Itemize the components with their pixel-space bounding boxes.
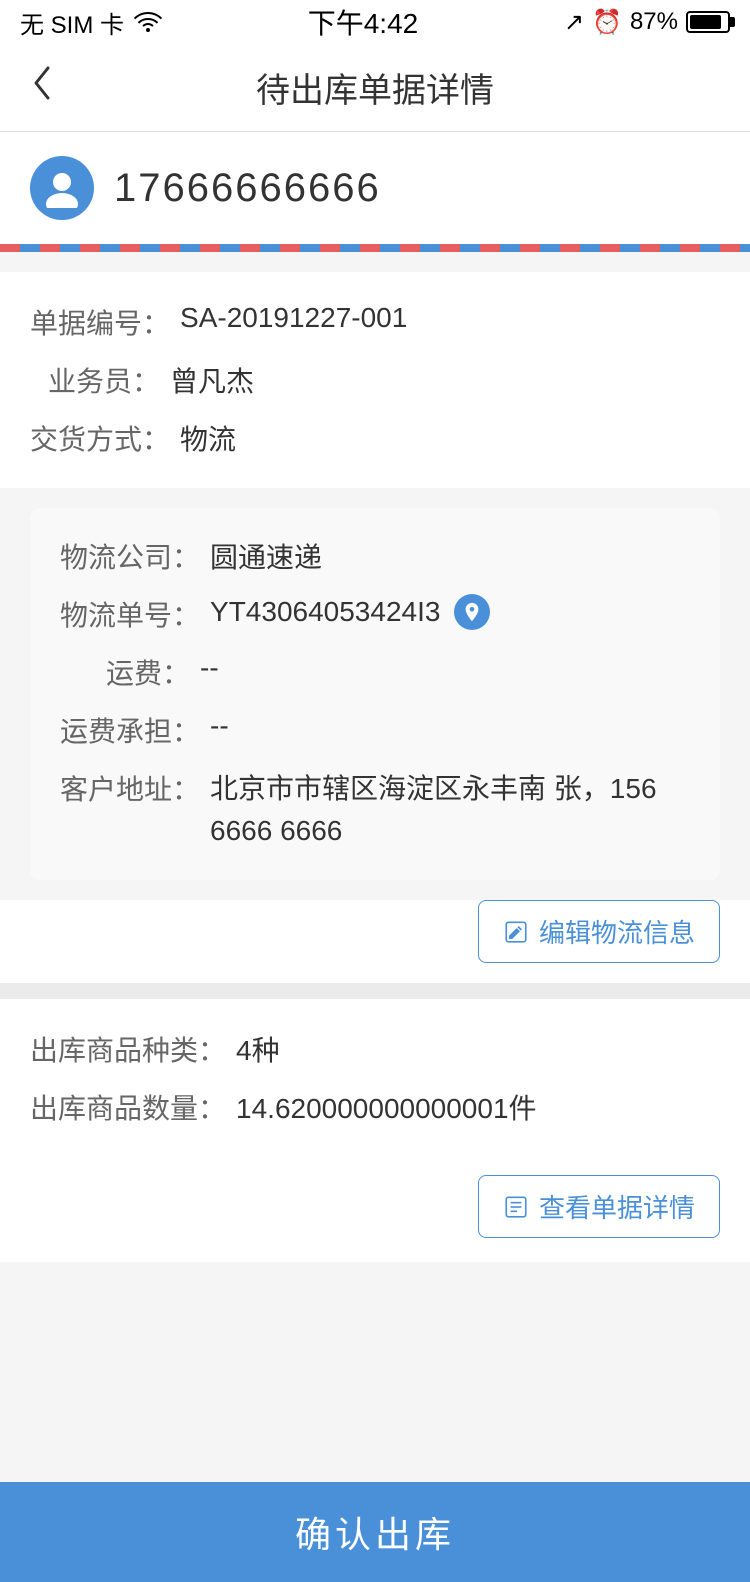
alarm-icon: ⏰ [592,8,622,37]
logistics-tracking-row: 物流单号： YT43064053424I3 [60,594,690,634]
goods-types-value: 4种 [236,1029,720,1069]
confirm-outbound-label: 确认出库 [295,1506,455,1558]
status-bar-left: 无 SIM 卡 [20,5,162,40]
delivery-method-row: 交货方式： 物流 [30,418,720,458]
logistics-company-label: 物流公司： [60,536,210,576]
content-area [0,1262,750,1482]
customer-phone: 17666666666 [114,166,381,211]
carrier-label: 无 SIM 卡 [20,5,124,40]
tracking-location-button[interactable] [454,594,490,630]
freight-value: -- [200,652,690,684]
freight-bearer-label: 运费承担： [60,710,210,750]
salesman-value: 曾凡杰 [170,360,720,400]
status-bar-time: 下午4:42 [308,2,419,42]
list-icon [503,1194,529,1220]
logistics-company-row: 物流公司： 圆通速递 [60,536,690,576]
order-number-label: 单据编号： [30,302,180,342]
freight-label: 运费： [60,652,200,692]
logistics-card: 物流公司： 圆通速递 物流单号： YT43064053424I3 运费： -- … [30,508,720,880]
page-title: 待出库单据详情 [256,63,494,112]
edit-logistics-label: 编辑物流信息 [539,913,695,950]
goods-types-row: 出库商品种类： 4种 [30,1029,720,1069]
customer-section: 17666666666 [0,132,750,244]
view-details-button[interactable]: 查看单据详情 [478,1175,720,1238]
edit-icon [503,919,529,945]
order-number-row: 单据编号： SA-20191227-001 [30,302,720,342]
status-bar-right: ↗ ⏰ 87% [564,8,730,37]
logistics-tracking-label: 物流单号： [60,594,210,634]
avatar [30,156,94,220]
tracking-number: YT43064053424I3 [210,596,440,628]
view-btn-row: 查看单据详情 [0,1165,750,1262]
freight-bearer-value: -- [210,710,690,742]
address-label: 客户地址： [60,768,210,808]
freight-bearer-row: 运费承担： -- [60,710,690,750]
delivery-method-label: 交货方式： [30,418,180,458]
logistics-tracking-value: YT43064053424I3 [210,594,690,630]
confirm-outbound-button[interactable]: 确认出库 [0,1482,750,1582]
nav-bar: 待出库单据详情 [0,44,750,132]
view-details-label: 查看单据详情 [539,1188,695,1225]
address-value: 北京市市辖区海淀区永丰南 张，156 6666 6666 [210,768,690,852]
order-number-value: SA-20191227-001 [180,302,720,334]
delivery-method-value: 物流 [180,418,720,458]
battery-icon [686,11,730,33]
salesman-label: 业务员： [30,360,170,400]
order-info-section: 单据编号： SA-20191227-001 业务员： 曾凡杰 交货方式： 物流 [0,272,750,488]
battery-percent: 87% [630,8,678,36]
dashed-divider [0,244,750,252]
section-divider [0,983,750,999]
location-status-icon: ↗ [564,8,584,37]
map-pin-icon [461,601,483,623]
user-icon [42,168,82,208]
salesman-row: 业务员： 曾凡杰 [30,360,720,400]
freight-row: 运费： -- [60,652,690,692]
edit-logistics-button[interactable]: 编辑物流信息 [478,900,720,963]
wifi-icon [134,12,162,32]
goods-quantity-row: 出库商品数量： 14.620000000000001件 [30,1087,720,1127]
address-row: 客户地址： 北京市市辖区海淀区永丰南 张，156 6666 6666 [60,768,690,852]
logistics-company-value: 圆通速递 [210,536,690,576]
status-bar: 无 SIM 卡 下午4:42 ↗ ⏰ 87% [0,0,750,44]
goods-section: 出库商品种类： 4种 出库商品数量： 14.620000000000001件 [0,999,750,1165]
goods-types-label: 出库商品种类： [30,1029,236,1069]
back-button[interactable] [30,64,54,111]
goods-quantity-label: 出库商品数量： [30,1087,236,1127]
goods-quantity-value: 14.620000000000001件 [236,1087,720,1127]
edit-btn-row: 编辑物流信息 [0,900,750,983]
